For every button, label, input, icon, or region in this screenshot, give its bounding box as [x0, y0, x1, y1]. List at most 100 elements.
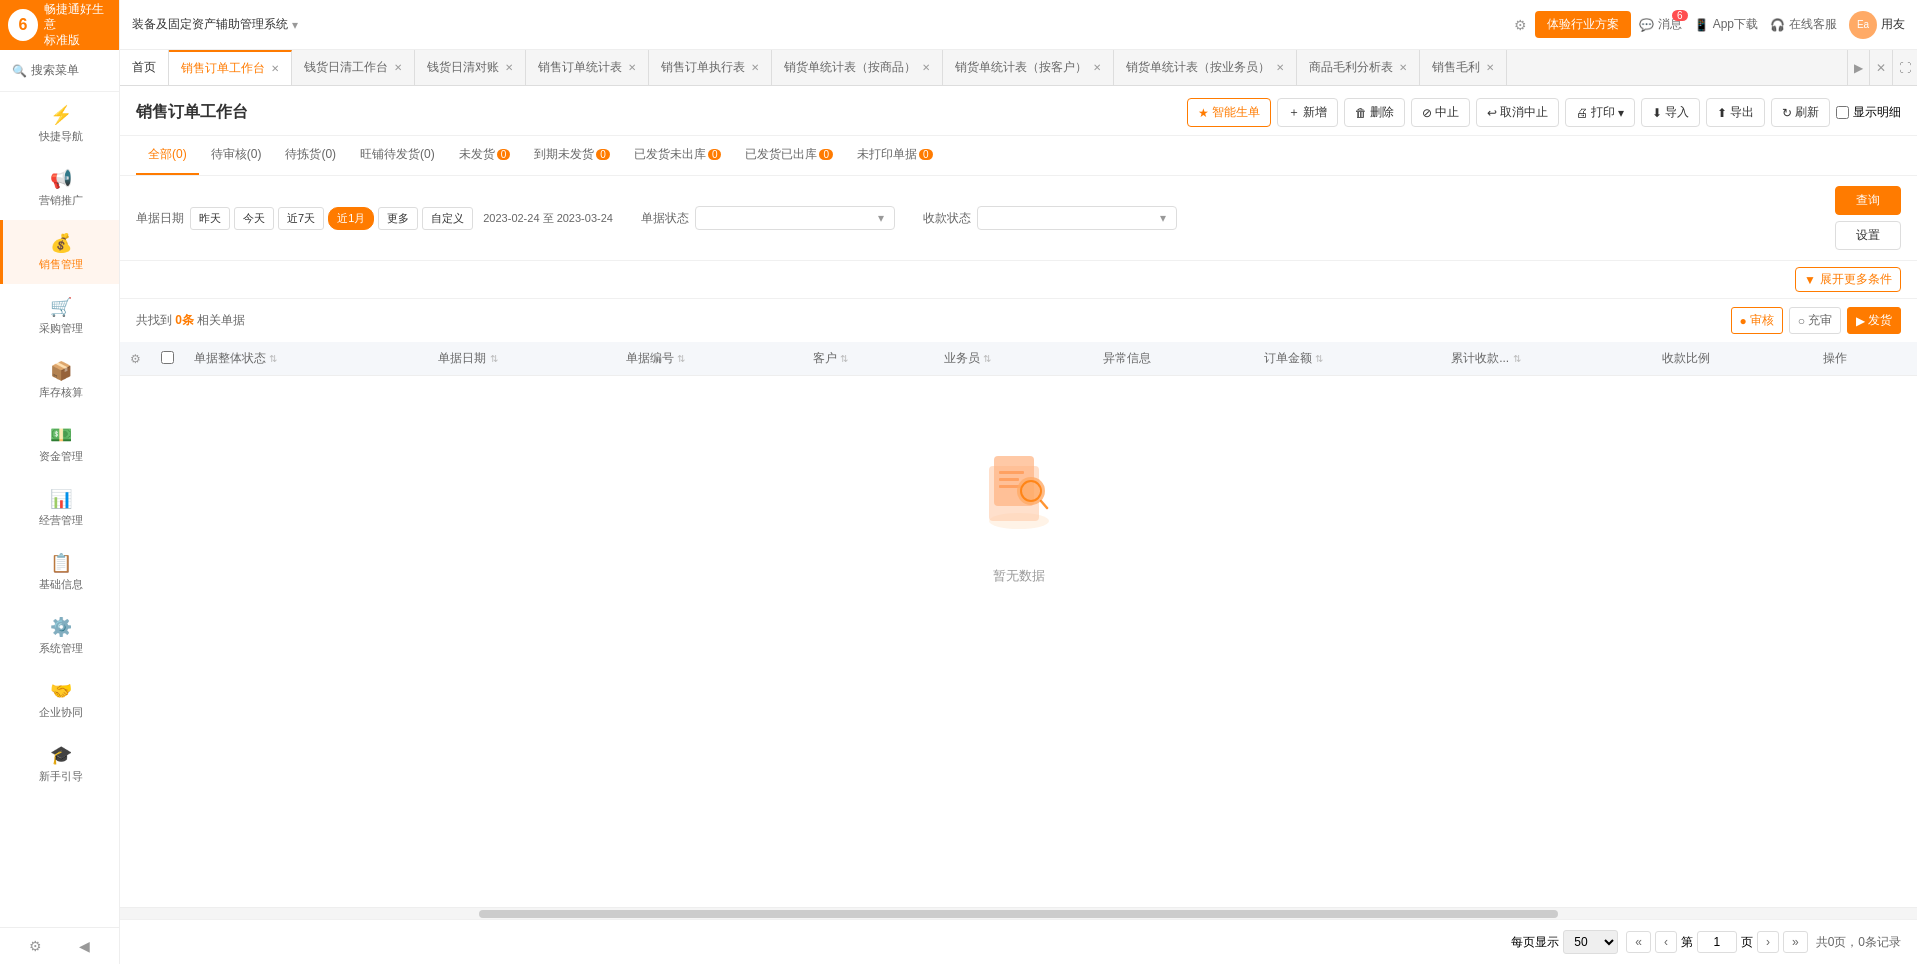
horizontal-scrollbar[interactable] — [120, 907, 1917, 919]
show-detail-checkbox[interactable] — [1836, 106, 1849, 119]
sidebar-item-basic[interactable]: 📋 基础信息 — [0, 540, 119, 604]
date-btn-yesterday[interactable]: 昨天 — [190, 207, 230, 230]
tab-sales-customer[interactable]: 销货单统计表（按客户） ✕ — [943, 50, 1114, 86]
app-download-btn[interactable]: 📱 App下载 — [1694, 16, 1758, 33]
date-btn-7days[interactable]: 近7天 — [278, 207, 324, 230]
user-menu-btn[interactable]: Ea 用友 — [1849, 11, 1905, 39]
smart-create-button[interactable]: ★ 智能生单 — [1187, 98, 1271, 127]
add-button[interactable]: ＋ 新增 — [1277, 98, 1338, 127]
date-btn-today[interactable]: 今天 — [234, 207, 274, 230]
tab-close-sales-customer[interactable]: ✕ — [1093, 62, 1101, 73]
table-col-customer[interactable]: 客户 ⇅ — [803, 342, 934, 376]
filter-settings-button[interactable]: 设置 — [1835, 221, 1901, 250]
sub-tab-undelivered[interactable]: 未发货0 — [447, 136, 523, 175]
sidebar-item-cooperation[interactable]: 🤝 企业协同 — [0, 668, 119, 732]
tab-scroll-right-btn[interactable]: ▶ — [1847, 50, 1869, 86]
page-number-input[interactable] — [1697, 931, 1737, 953]
sub-tab-wangpu-deliver[interactable]: 旺铺待发货(0) — [348, 136, 447, 175]
topbar-settings-icon[interactable]: ⚙ — [1514, 17, 1527, 33]
sub-tab-overdue-undelivered[interactable]: 到期未发货0 — [522, 136, 622, 175]
tab-close-sales-stats[interactable]: ✕ — [628, 62, 636, 73]
table-col-collected[interactable]: 累计收款... ⇅ — [1441, 342, 1652, 376]
table-col-staff[interactable]: 业务员 ⇅ — [934, 342, 1093, 376]
status-select[interactable]: ▾ — [695, 206, 895, 230]
page-size-select[interactable]: 每页显示 50 10 20 100 — [1511, 930, 1618, 954]
print-button[interactable]: 🖨 打印 ▾ — [1565, 98, 1635, 127]
sub-tab-pending-audit[interactable]: 待审核(0) — [199, 136, 274, 175]
tab-sales-exec[interactable]: 销售订单执行表 ✕ — [649, 50, 772, 86]
stop-button[interactable]: ⊘ 中止 — [1411, 98, 1470, 127]
batch-audit-btn[interactable]: ● 审核 — [1731, 307, 1783, 334]
sub-tab-pending-pick[interactable]: 待拣货(0) — [273, 136, 348, 175]
sidebar-item-system[interactable]: ⚙️ 系统管理 — [0, 604, 119, 668]
refresh-button[interactable]: ↻ 刷新 — [1771, 98, 1830, 127]
dropdown-arrow-icon[interactable]: ▾ — [292, 18, 298, 32]
sub-tab-delivered-out[interactable]: 已发货已出库0 — [733, 136, 845, 175]
table-col-status[interactable]: 单据整体状态 ⇅ — [184, 342, 428, 376]
batch-unaudit-btn[interactable]: ○ 充审 — [1789, 307, 1841, 334]
tab-sales-stats[interactable]: 销售订单统计表 ✕ — [526, 50, 649, 86]
online-service-btn[interactable]: 🎧 在线客服 — [1770, 16, 1837, 33]
tab-close-goods-margin[interactable]: ✕ — [1399, 62, 1407, 73]
sidebar-item-marketing[interactable]: 📢 营销推广 — [0, 156, 119, 220]
collapse-sidebar-icon[interactable]: ◀ — [79, 938, 90, 954]
table-col-settings[interactable]: ⚙ — [120, 342, 151, 376]
expand-conditions-btn[interactable]: ▼ 展开更多条件 — [1795, 267, 1901, 292]
settings-gear-icon[interactable]: ⚙ — [29, 938, 42, 954]
date-btn-1month[interactable]: 近1月 — [328, 207, 374, 230]
tab-close-sales-goods[interactable]: ✕ — [922, 62, 930, 73]
sidebar-item-quick[interactable]: ⚡ 快捷导航 — [0, 92, 119, 156]
sidebar-search[interactable]: 🔍 搜索菜单 — [0, 50, 119, 92]
table-col-date[interactable]: 单据日期 ⇅ — [428, 342, 615, 376]
prev-page-btn[interactable]: ‹ — [1655, 931, 1677, 953]
tab-sales-workbench[interactable]: 销售订单工作台 ✕ — [169, 50, 292, 86]
sidebar-item-purchase[interactable]: 🛒 采购管理 — [0, 284, 119, 348]
tab-close-sales-staff[interactable]: ✕ — [1276, 62, 1284, 73]
date-btn-more[interactable]: 更多 — [378, 207, 418, 230]
show-detail-label[interactable]: 显示明细 — [1836, 104, 1901, 121]
sub-tab-delivered-not-out[interactable]: 已发货未出库0 — [622, 136, 734, 175]
tab-cash-clear[interactable]: 钱货日清工作台 ✕ — [292, 50, 415, 86]
solution-button[interactable]: 体验行业方案 — [1535, 11, 1631, 38]
export-button[interactable]: ⬆ 导出 — [1706, 98, 1765, 127]
select-all-checkbox[interactable] — [161, 351, 174, 364]
tab-close-sales-margin[interactable]: ✕ — [1486, 62, 1494, 73]
next-page-btn[interactable]: › — [1757, 931, 1779, 953]
tab-close-cash-reconcile[interactable]: ✕ — [505, 62, 513, 73]
tab-close-cash-clear[interactable]: ✕ — [394, 62, 402, 73]
tab-close-all-btn[interactable]: ✕ — [1869, 50, 1892, 86]
tab-goods-margin[interactable]: 商品毛利分析表 ✕ — [1297, 50, 1420, 86]
batch-deliver-btn[interactable]: ▶ 发货 — [1847, 307, 1901, 334]
delete-button[interactable]: 🗑 删除 — [1344, 98, 1405, 127]
tab-home[interactable]: 首页 — [120, 50, 169, 86]
per-page-dropdown[interactable]: 50 10 20 100 — [1563, 930, 1618, 954]
sidebar-item-business[interactable]: 📊 经营管理 — [0, 476, 119, 540]
first-page-btn[interactable]: « — [1626, 931, 1651, 953]
query-button[interactable]: 查询 — [1835, 186, 1901, 215]
import-button[interactable]: ⬇ 导入 — [1641, 98, 1700, 127]
sub-tab-unprinted[interactable]: 未打印单据0 — [845, 136, 945, 175]
tab-cash-reconcile[interactable]: 钱货日清对账 ✕ — [415, 50, 526, 86]
tab-fullscreen-btn[interactable]: ⛶ — [1892, 50, 1917, 86]
tab-close-sales-exec[interactable]: ✕ — [751, 62, 759, 73]
tab-sales-margin[interactable]: 销售毛利 ✕ — [1420, 50, 1507, 86]
sidebar-footer: ⚙ ◀ — [0, 927, 119, 964]
tab-close-sales-workbench[interactable]: ✕ — [271, 63, 279, 74]
sidebar-item-sales[interactable]: 💰 销售管理 — [0, 220, 119, 284]
tab-sales-staff[interactable]: 销货单统计表（按业务员） ✕ — [1114, 50, 1297, 86]
table-col-amount[interactable]: 订单金额 ⇅ — [1254, 342, 1441, 376]
table-col-number[interactable]: 单据编号 ⇅ — [616, 342, 803, 376]
sidebar-item-guide[interactable]: 🎓 新手引导 — [0, 732, 119, 796]
last-page-btn[interactable]: » — [1783, 931, 1808, 953]
date-btn-custom[interactable]: 自定义 — [422, 207, 473, 230]
collection-select[interactable]: ▾ — [977, 206, 1177, 230]
scrollbar-thumb[interactable] — [479, 910, 1557, 918]
tab-sales-goods[interactable]: 销货单统计表（按商品） ✕ — [772, 50, 943, 86]
table-col-checkbox[interactable] — [151, 342, 184, 376]
message-btn[interactable]: 💬 消息 6 — [1639, 16, 1682, 33]
sidebar-item-inventory[interactable]: 📦 库存核算 — [0, 348, 119, 412]
cancel-stop-button[interactable]: ↩ 取消中止 — [1476, 98, 1559, 127]
sidebar-item-finance[interactable]: 💵 资金管理 — [0, 412, 119, 476]
sub-tab-all[interactable]: 全部(0) — [136, 136, 199, 175]
search-menu-btn[interactable]: 🔍 搜索菜单 — [8, 58, 111, 83]
